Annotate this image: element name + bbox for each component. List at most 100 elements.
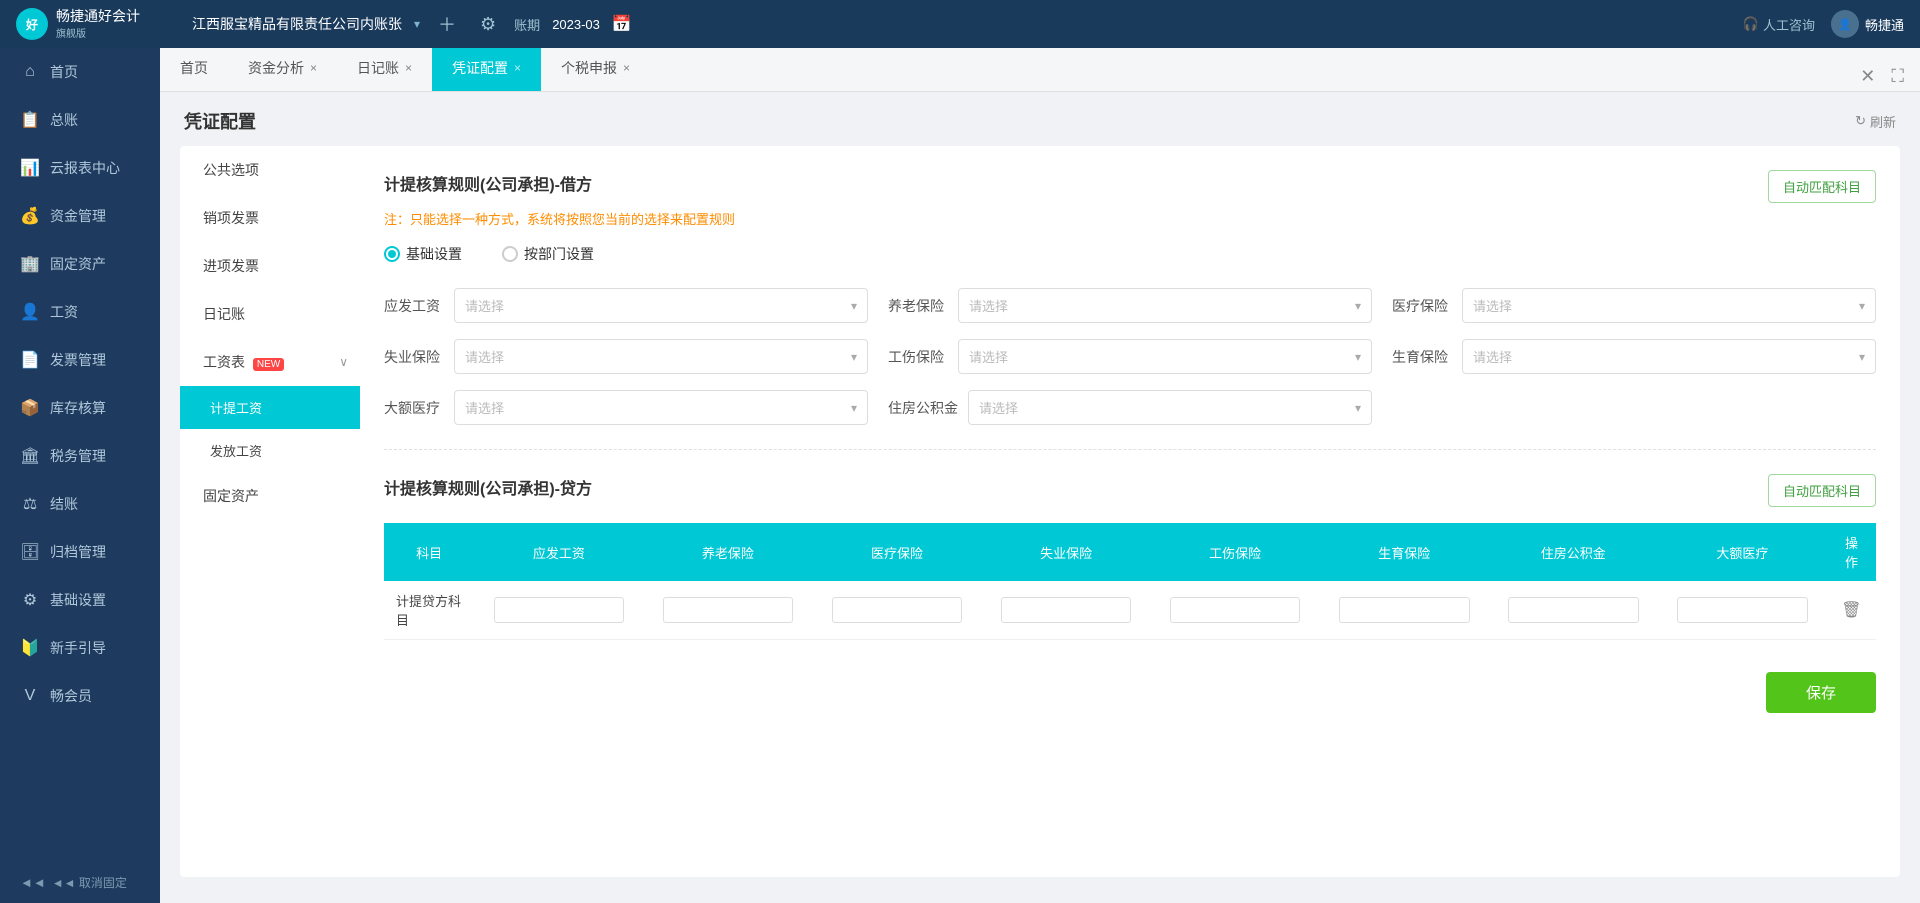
work-injury-select[interactable]: 请选择 ▾ (958, 339, 1372, 374)
sidebar-item-label: 云报表中心 (50, 158, 120, 178)
company-name: 江西服宝精品有限责任公司内账张 (192, 14, 402, 34)
tab-home[interactable]: 首页 (160, 48, 228, 91)
input-work-injury[interactable] (1170, 597, 1301, 623)
tab-close-window-button[interactable]: ✕ (1856, 62, 1879, 91)
invoice-icon: 📄 (20, 350, 40, 370)
sidebar-item-home[interactable]: ⌂ 首页 (0, 48, 160, 96)
salary-icon: 👤 (20, 302, 40, 322)
settings-icon: ⚙ (20, 590, 40, 610)
input-housing-fund[interactable] (1508, 597, 1639, 623)
th-medical: 医疗保险 (812, 523, 981, 581)
sidebar-item-archive[interactable]: 🗄 归档管理 (0, 528, 160, 576)
credit-auto-match-button[interactable]: 自动匹配科目 (1768, 474, 1876, 507)
cell-pension (643, 581, 812, 640)
input-unemployment[interactable] (1001, 597, 1132, 623)
sidebar-item-invoice[interactable]: 📄 发票管理 (0, 336, 160, 384)
cell-unemployment (982, 581, 1151, 640)
settings-button[interactable]: ⚙ (474, 10, 502, 39)
logo-sub: 旗舰版 (56, 25, 140, 40)
sidebar-item-guide[interactable]: 🔰 新手引导 (0, 624, 160, 672)
cell-operation: 🗑 (1827, 581, 1876, 640)
field-pension: 养老保险 请选择 ▾ (888, 288, 1372, 323)
tab-expand-button[interactable]: ⛶ (1887, 62, 1908, 91)
big-medical-select[interactable]: 请选择 ▾ (454, 390, 868, 425)
housing-fund-select[interactable]: 请选择 ▾ (968, 390, 1372, 425)
tab-funds-analysis[interactable]: 资金分析 × (228, 48, 337, 91)
sidebar-item-inventory[interactable]: 📦 库存核算 (0, 384, 160, 432)
tab-funds-close-icon[interactable]: × (310, 61, 317, 75)
tab-voucher-config[interactable]: 凭证配置 × (432, 48, 541, 91)
sidebar-item-label: 税务管理 (50, 446, 106, 466)
cancel-pin-button[interactable]: ◄◄ ◄◄ 取消固定 (0, 862, 160, 903)
radio-basic-circle (384, 246, 400, 262)
input-medical[interactable] (832, 597, 963, 623)
tab-tax-close-icon[interactable]: × (623, 61, 630, 75)
sidebar-item-label: 资金管理 (50, 206, 106, 226)
sidebar-item-assets[interactable]: 🏢 固定资产 (0, 240, 160, 288)
radio-dept[interactable]: 按部门设置 (502, 244, 594, 264)
cell-big-medical (1658, 581, 1827, 640)
sidebar-item-vip[interactable]: V 畅会员 (0, 672, 160, 720)
pension-placeholder: 请选择 (969, 296, 1008, 315)
left-nav-fixed-assets[interactable]: 固定资产 (180, 472, 360, 520)
pension-select[interactable]: 请选择 ▾ (958, 288, 1372, 323)
sidebar-item-settings[interactable]: ⚙ 基础设置 (0, 576, 160, 624)
section-divider (384, 449, 1876, 450)
cell-medical (812, 581, 981, 640)
unemployment-select[interactable]: 请选择 ▾ (454, 339, 868, 374)
sidebar-item-salary[interactable]: 👤 工资 (0, 288, 160, 336)
user-name: 畅捷通 (1865, 15, 1904, 34)
salary-placeholder: 请选择 (465, 296, 504, 315)
company-dropdown-icon[interactable]: ▾ (414, 17, 420, 31)
unemployment-chevron-icon: ▾ (851, 350, 857, 364)
service-button[interactable]: 🎧 人工咨询 (1743, 15, 1815, 34)
input-pension[interactable] (663, 597, 794, 623)
work-injury-chevron-icon: ▾ (1355, 350, 1361, 364)
housing-fund-placeholder: 请选择 (979, 398, 1018, 417)
left-nav-public[interactable]: 公共选项 (180, 146, 360, 194)
sidebar-item-tax[interactable]: 🏛 税务管理 (0, 432, 160, 480)
tab-tax-label: 个税申报 (561, 58, 617, 78)
tab-funds-label: 资金分析 (248, 58, 304, 78)
input-maternity[interactable] (1339, 597, 1470, 623)
sidebar-item-funds[interactable]: 💰 资金管理 (0, 192, 160, 240)
left-nav-journal[interactable]: 日记账 (180, 290, 360, 338)
left-nav-purchase-invoice[interactable]: 进项发票 (180, 242, 360, 290)
left-nav-salary-table[interactable]: 工资表 NEW ∨ (180, 338, 360, 386)
page-header: 凭证配置 ↻ 刷新 (160, 92, 1920, 146)
tab-journal-close-icon[interactable]: × (405, 61, 412, 75)
add-company-button[interactable]: ＋ (432, 7, 462, 41)
save-button[interactable]: 保存 (1766, 672, 1876, 713)
debit-auto-match-button[interactable]: 自动匹配科目 (1768, 170, 1876, 203)
input-big-medical[interactable] (1677, 597, 1808, 623)
tab-tax-report[interactable]: 个税申报 × (541, 48, 650, 91)
left-nav-pay-salary[interactable]: 发放工资 (180, 429, 360, 472)
pension-chevron-icon: ▾ (1355, 299, 1361, 313)
medical-select[interactable]: 请选择 ▾ (1462, 288, 1876, 323)
user-area: 👤 畅捷通 (1831, 10, 1904, 38)
field-medical: 医疗保险 请选择 ▾ (1392, 288, 1876, 323)
maternity-select[interactable]: 请选择 ▾ (1462, 339, 1876, 374)
refresh-button[interactable]: ↻ 刷新 (1855, 112, 1896, 131)
tab-home-label: 首页 (180, 58, 208, 78)
delete-row-icon[interactable]: 🗑 (1841, 602, 1861, 619)
tab-journal-label: 日记账 (357, 58, 399, 78)
debit-section-title: 计提核算规则(公司承担)-借方 (384, 171, 592, 195)
tax-icon: 🏛 (20, 446, 40, 466)
left-nav-accrual[interactable]: 计提工资 (180, 386, 360, 429)
sidebar-item-reports[interactable]: 📊 云报表中心 (0, 144, 160, 192)
tab-voucher-close-icon[interactable]: × (514, 61, 521, 75)
left-nav-sales-invoice[interactable]: 销项发票 (180, 194, 360, 242)
th-subject: 科目 (384, 523, 474, 581)
sidebar-item-ledger[interactable]: 📋 总账 (0, 96, 160, 144)
salary-select[interactable]: 请选择 ▾ (454, 288, 868, 323)
cell-maternity (1320, 581, 1489, 640)
table-header-row: 科目 应发工资 养老保险 医疗保险 失业保险 工伤保险 生育保险 住房公积金 大… (384, 523, 1876, 581)
home-icon: ⌂ (20, 63, 40, 81)
work-injury-placeholder: 请选择 (969, 347, 1008, 366)
calendar-icon[interactable]: 📅 (612, 14, 632, 34)
input-salary[interactable] (494, 597, 625, 623)
radio-basic[interactable]: 基础设置 (384, 244, 462, 264)
tab-journal[interactable]: 日记账 × (337, 48, 432, 91)
sidebar-item-settlement[interactable]: ⚖ 结账 (0, 480, 160, 528)
